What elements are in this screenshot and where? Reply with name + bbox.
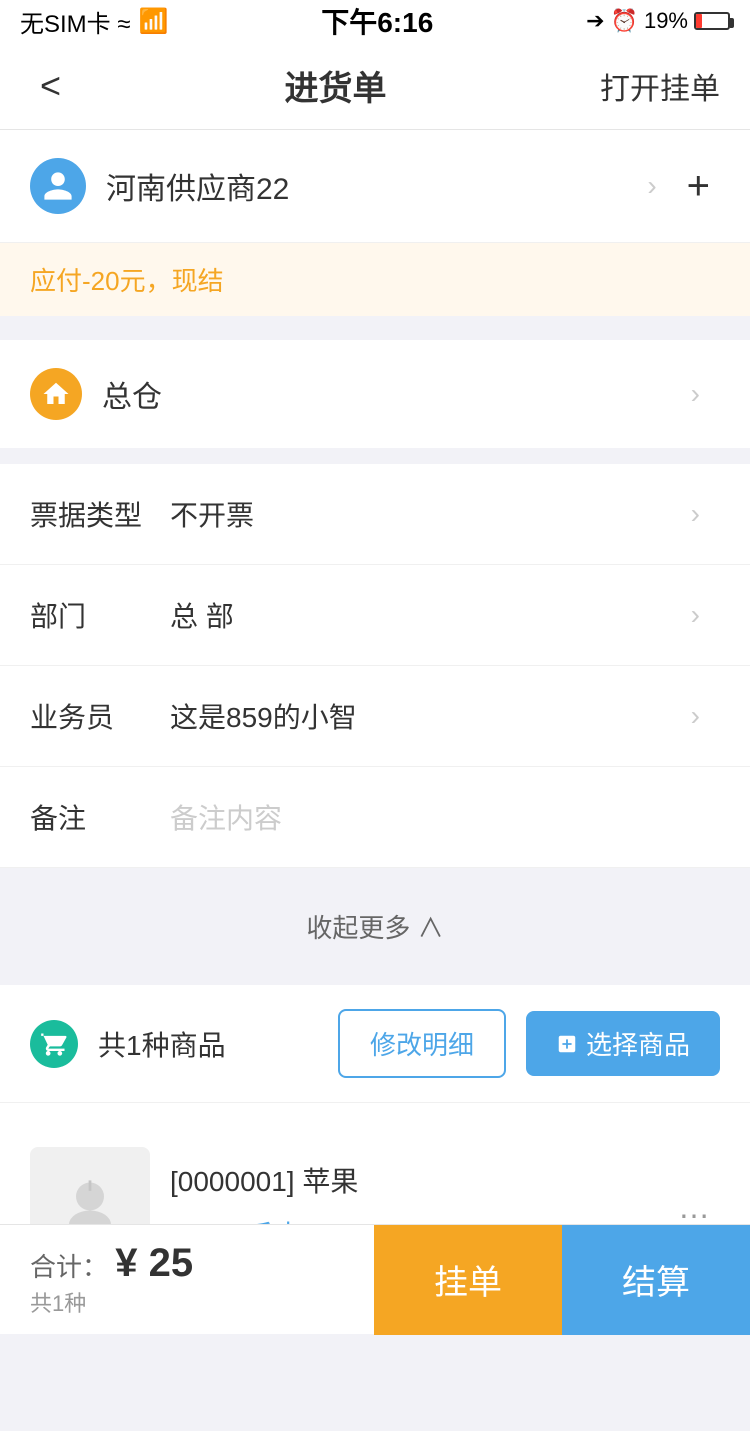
home-icon (41, 379, 71, 409)
invoice-row[interactable]: 票据类型 不开票 › (0, 464, 750, 565)
warehouse-section: 总仓 › (0, 340, 750, 448)
warehouse-icon (30, 368, 82, 420)
sales-label: 业务员 (30, 696, 170, 736)
status-time: 下午6:16 (321, 1, 433, 41)
footer-total-row: 合计： ¥ 25 (30, 1241, 344, 1286)
dept-chevron-icon: › (691, 599, 700, 631)
wifi-icon: 📶 (139, 7, 169, 36)
carrier-text: 无SIM卡 ≈ (20, 4, 131, 39)
select-product-button[interactable]: 选择商品 (526, 1011, 720, 1076)
products-header: 共1种商品 修改明细 选择商品 (0, 985, 750, 1103)
product-code: [0000001] (170, 1166, 295, 1197)
battery-text: 19% (644, 8, 688, 34)
supplier-chevron-icon: › (647, 170, 656, 202)
supplier-name: 河南供应商22 (106, 164, 647, 208)
user-icon (41, 169, 75, 203)
status-right: ➔ ⏰ 19% (586, 8, 730, 34)
status-bar: 无SIM卡 ≈ 📶 下午6:16 ➔ ⏰ 19% (0, 0, 750, 42)
checkout-button[interactable]: 结算 (562, 1225, 750, 1335)
collapse-button[interactable]: 收起更多 ∧ (0, 884, 750, 969)
back-button[interactable]: < (30, 55, 71, 117)
sales-row[interactable]: 业务员 这是859的小智 › (0, 666, 750, 767)
supplier-section: 河南供应商22 › + 应付-20元，现结 (0, 130, 750, 324)
remarks-label: 备注 (30, 797, 170, 837)
product-title: 苹果 (302, 1166, 358, 1197)
supplier-row[interactable]: 河南供应商22 › + (0, 130, 750, 243)
footer-amount: ¥ 25 (115, 1241, 193, 1285)
sales-chevron-icon: › (691, 700, 700, 732)
products-icon (30, 1020, 78, 1068)
footer-count: 共1种 (30, 1286, 344, 1318)
page-title: 进货单 (285, 61, 387, 110)
footer-total: 合计： ¥ 25 共1种 (0, 1241, 374, 1318)
balance-notice: 应付-20元，现结 (0, 243, 750, 324)
battery-icon (694, 12, 730, 30)
sales-value: 这是859的小智 (170, 696, 691, 736)
invoice-value: 不开票 (170, 494, 691, 534)
divider (0, 969, 750, 985)
supplier-avatar (30, 158, 86, 214)
open-hang-button[interactable]: 打开挂单 (600, 64, 720, 108)
dept-value: 总 部 (170, 595, 691, 635)
location-icon: ➔ (586, 8, 604, 34)
products-count: 共1种商品 (98, 1024, 318, 1064)
form-section: 票据类型 不开票 › 部门 总 部 › 业务员 这是859的小智 › 备注 备注… (0, 464, 750, 868)
add-supplier-button[interactable]: + (677, 164, 720, 209)
footer-total-label: 合计： (30, 1252, 108, 1282)
edit-detail-button[interactable]: 修改明细 (338, 1009, 506, 1078)
invoice-label: 票据类型 (30, 494, 170, 534)
cart-icon (40, 1030, 68, 1058)
hang-button[interactable]: 挂单 (374, 1225, 562, 1335)
footer: 合计： ¥ 25 共1种 挂单 结算 (0, 1224, 750, 1334)
product-name: [0000001] 苹果 (170, 1160, 648, 1200)
select-product-icon (556, 1033, 578, 1055)
remarks-row[interactable]: 备注 备注内容 (0, 767, 750, 868)
nav-bar: < 进货单 打开挂单 (0, 42, 750, 130)
remarks-input[interactable]: 备注内容 (170, 797, 720, 837)
status-left: 无SIM卡 ≈ 📶 (20, 4, 168, 39)
select-product-label: 选择商品 (586, 1025, 690, 1062)
warehouse-chevron-icon: › (691, 378, 700, 410)
alarm-icon: ⏰ (611, 8, 638, 34)
dept-row[interactable]: 部门 总 部 › (0, 565, 750, 666)
invoice-chevron-icon: › (691, 498, 700, 530)
dept-label: 部门 (30, 595, 170, 635)
warehouse-row[interactable]: 总仓 › (0, 340, 750, 448)
warehouse-name: 总仓 (102, 372, 691, 416)
